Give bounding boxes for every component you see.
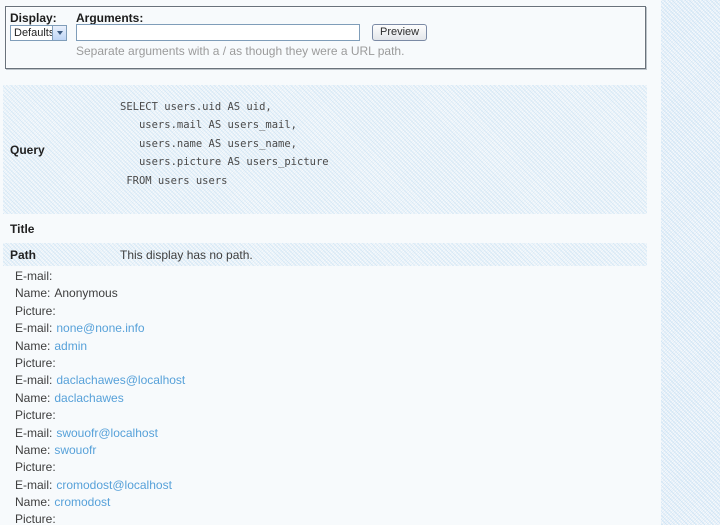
field-name: Name: cromodost: [15, 494, 185, 511]
title-row: Title: [3, 214, 647, 243]
query-row: Query SELECT users.uid AS uid, users.mai…: [3, 85, 647, 214]
arguments-input[interactable]: [76, 24, 360, 41]
preview-controls-box: Display: Defaults Arguments: Preview Sep…: [5, 6, 646, 69]
field-picture: Picture:: [15, 303, 185, 320]
picture-field-label: Picture:: [15, 303, 56, 318]
email-link[interactable]: cromodost@localhost: [56, 478, 172, 492]
field-name: Name: admin: [15, 338, 185, 355]
path-row: Path This display has no path.: [3, 243, 647, 266]
arguments-label: Arguments:: [76, 11, 144, 25]
arguments-help-text: Separate arguments with a / as though th…: [76, 44, 405, 58]
sql-line: users.picture AS users_picture: [120, 156, 329, 169]
name-link[interactable]: daclachawes: [54, 391, 123, 405]
sql-line: FROM users users: [120, 174, 228, 187]
field-name: Name: swouofr: [15, 442, 185, 459]
field-picture: Picture:: [15, 355, 185, 372]
display-select[interactable]: Defaults: [10, 25, 67, 41]
query-sql: SELECT users.uid AS uid, users.mail AS u…: [120, 85, 647, 214]
name-field-label: Name:: [15, 442, 51, 457]
content-area: Display: Defaults Arguments: Preview Sep…: [0, 0, 661, 525]
preview-row: E-mail: daclachawes@localhost Name: daclac…: [15, 372, 185, 424]
name-link[interactable]: swouofr: [54, 443, 96, 457]
field-picture: Picture:: [15, 459, 185, 476]
email-field-label: E-mail:: [15, 269, 53, 283]
picture-field-label: Picture:: [15, 460, 56, 475]
name-link[interactable]: cromodost: [54, 495, 110, 509]
sql-line: users.mail AS users_mail,: [120, 119, 298, 132]
name-value: Anonymous: [54, 286, 118, 301]
display-select-value: Defaults: [14, 27, 52, 39]
display-label: Display:: [10, 11, 57, 25]
email-link[interactable]: daclachawes@localhost: [56, 373, 185, 387]
preview-row: E-mail: cromodost@localhost Name: cromodos…: [15, 477, 185, 525]
chevron-down-icon[interactable]: [52, 26, 66, 40]
field-email: E-mail: cromodost@localhost: [15, 477, 185, 494]
preview-button[interactable]: Preview: [372, 24, 428, 41]
preview-row: E-mail: Name: Anonymous Picture:: [15, 268, 185, 320]
email-field-label: E-mail:: [15, 425, 53, 440]
email-field-label: E-mail:: [15, 373, 53, 388]
name-field-label: Name:: [15, 286, 51, 301]
name-field-label: Name:: [15, 338, 51, 353]
field-email: E-mail: none@none.info: [15, 320, 185, 337]
title-row-value: [120, 214, 647, 243]
picture-field-label: Picture:: [15, 408, 56, 423]
path-row-value: This display has no path.: [120, 247, 253, 262]
field-picture: Picture:: [15, 407, 185, 424]
email-link[interactable]: swouofr@localhost: [56, 426, 158, 440]
email-link[interactable]: none@none.info: [56, 321, 144, 335]
title-row-label: Title: [10, 221, 35, 236]
field-email: E-mail: daclachawes@localhost: [15, 372, 185, 389]
sql-line: SELECT users.uid AS uid,: [120, 101, 272, 113]
field-name: Name: Anonymous: [15, 285, 185, 302]
field-email: E-mail:: [15, 268, 185, 285]
name-field-label: Name:: [15, 495, 51, 510]
preview-row: E-mail: none@none.info Name: admin Picture…: [15, 320, 185, 372]
display-info-table: Query SELECT users.uid AS uid, users.mai…: [3, 85, 647, 266]
email-field-label: E-mail:: [15, 477, 53, 492]
email-field-label: E-mail:: [15, 321, 53, 336]
picture-field-label: Picture:: [15, 512, 56, 525]
preview-row: E-mail: swouofr@localhost Name: swouofr Pi…: [15, 425, 185, 477]
preview-result-list: E-mail: Name: Anonymous Picture: E-mail: n…: [15, 268, 185, 525]
field-picture: Picture:: [15, 511, 185, 525]
name-link[interactable]: admin: [54, 339, 87, 353]
picture-field-label: Picture:: [15, 355, 56, 370]
path-row-label: Path: [10, 247, 37, 262]
sql-line: users.name AS users_name,: [120, 137, 298, 150]
field-email: E-mail: swouofr@localhost: [15, 425, 185, 442]
query-row-label: Query: [10, 142, 45, 157]
name-field-label: Name:: [15, 390, 51, 405]
field-name: Name: daclachawes: [15, 390, 185, 407]
